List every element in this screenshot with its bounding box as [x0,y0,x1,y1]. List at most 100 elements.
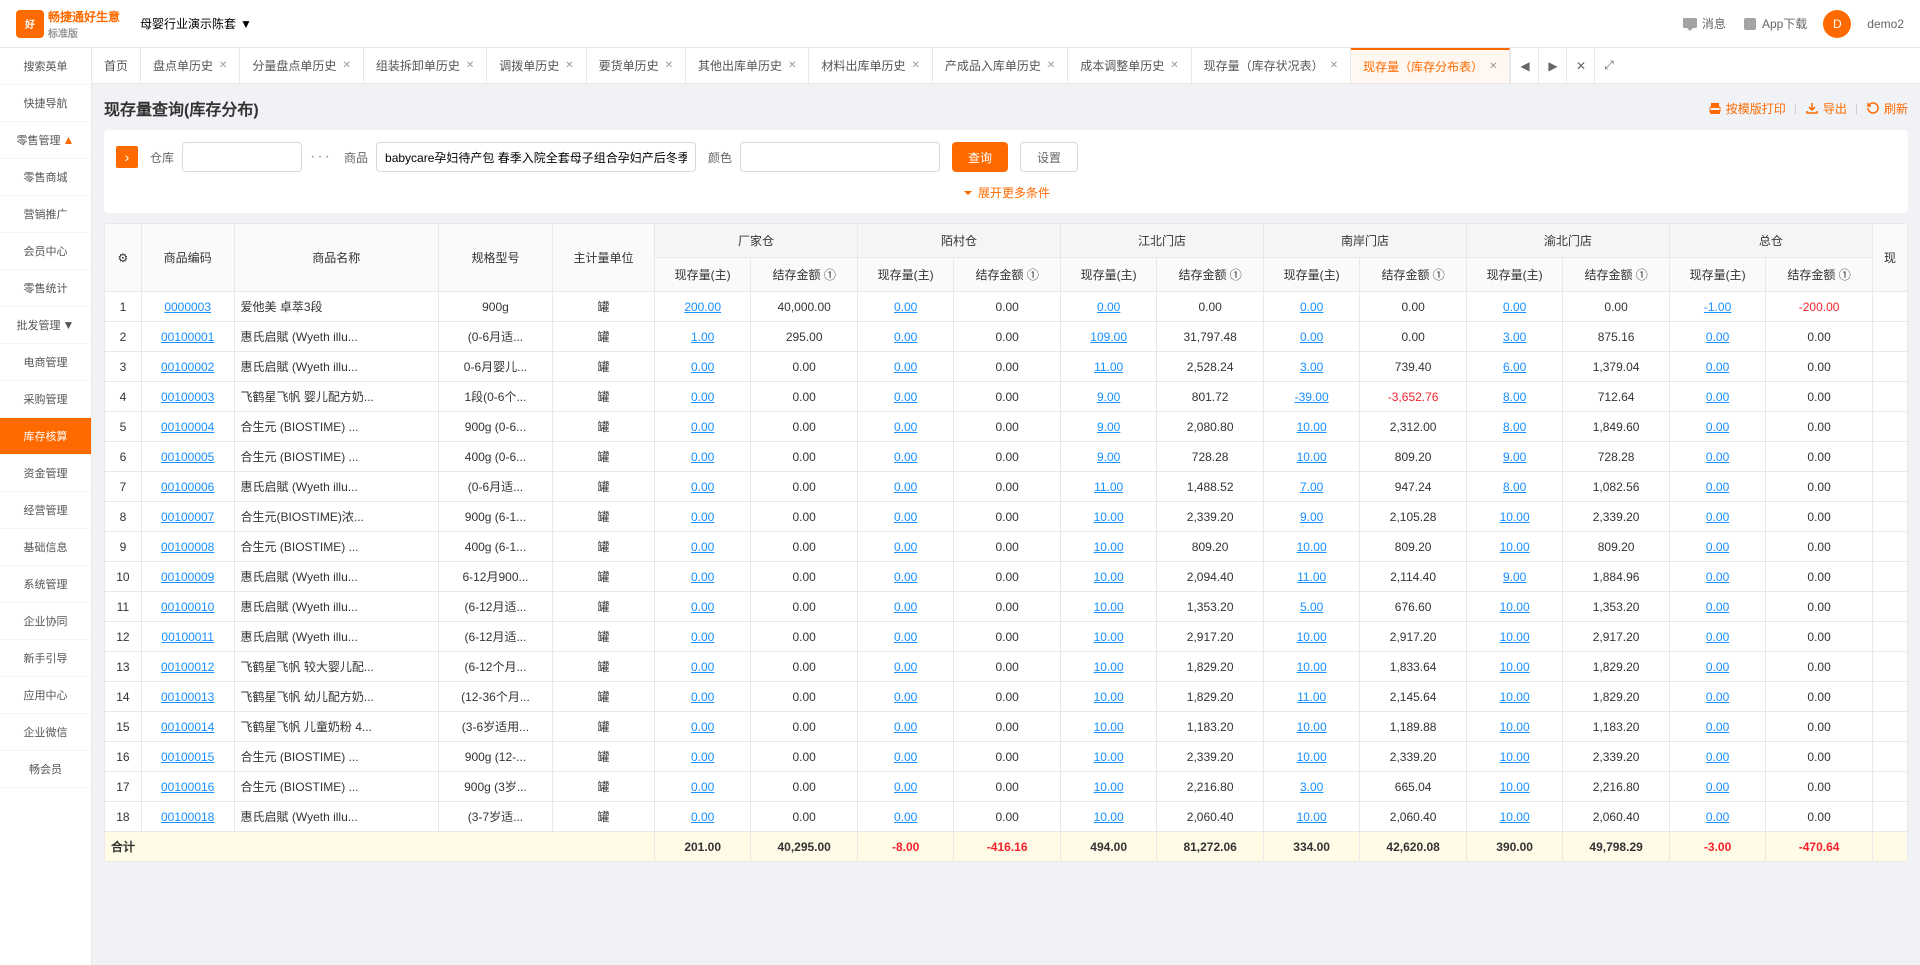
row-na-qty: 11.00 [1263,682,1359,712]
expand-conditions-btn[interactable]: 展开更多条件 [962,184,1050,201]
row-unit: 罐 [553,802,655,832]
refresh-btn[interactable]: 刷新 [1866,100,1908,117]
sidebar-item-search[interactable]: 搜索英单 [0,48,91,85]
warehouse-input[interactable] [182,142,302,172]
row-na-qty: 10.00 [1263,622,1359,652]
row-no: 5 [105,412,142,442]
tab-close-other-out[interactable]: ✕ [788,60,796,71]
row-jb-qty: 9.00 [1060,442,1156,472]
tab-close-product-in[interactable]: ✕ [1047,60,1055,71]
row-m-qty: 0.00 [857,742,953,772]
row-f-qty: 0.00 [655,502,751,532]
query-button[interactable]: 查询 [952,142,1008,172]
row-t-qty: 0.00 [1669,712,1765,742]
col-setting[interactable]: ⚙ [105,224,142,292]
sidebar-item-retail-store[interactable]: 零售商城 [0,159,91,196]
col-code-header: 商品编码 [141,224,234,292]
sidebar-item-member[interactable]: 会员中心 [0,233,91,270]
sidebar-item-system[interactable]: 系统管理 [0,566,91,603]
table-row: 12 00100011 惠氏启賦 (Wyeth illu... (6-12月适.… [105,622,1908,652]
sidebar-item-basic[interactable]: 基础信息 [0,529,91,566]
search-expand-arrow[interactable]: › [116,146,138,168]
tab-close-cost-adjust[interactable]: ✕ [1170,60,1178,71]
tab-close-partial[interactable]: ✕ [342,60,350,71]
sidebar-item-wholesale[interactable]: 批发管理 ▼ [0,307,91,344]
tab-home[interactable]: 首页 [92,48,141,84]
company-dropdown[interactable]: 母婴行业演示陈套 ▼ [140,15,252,32]
row-no: 15 [105,712,142,742]
row-code: 00100001 [141,322,234,352]
sidebar-item-marketing[interactable]: 营销推广 [0,196,91,233]
row-t-amt: 0.00 [1766,682,1873,712]
summary-t-qty: -3.00 [1669,832,1765,862]
tab-material-out[interactable]: 材料出库单历史 ✕ [809,48,932,84]
row-m-amt: 0.00 [954,562,1061,592]
table-row: 7 00100006 惠氏启賦 (Wyeth illu... (0-6月适...… [105,472,1908,502]
row-na-amt: 2,060.40 [1360,802,1467,832]
sidebar-item-retail-stats[interactable]: 零售统计 [0,270,91,307]
table-row: 11 00100010 惠氏启賦 (Wyeth illu... (6-12月适.… [105,592,1908,622]
row-code: 00100008 [141,532,234,562]
sidebar-item-retail-mgmt[interactable]: 零售管理 ▲ [0,122,91,159]
settings-button[interactable]: 设置 [1020,142,1078,172]
tab-product-in[interactable]: 产成品入库单历史 ✕ [933,48,1068,84]
row-t-amt: 0.00 [1766,382,1873,412]
tab-nav-prev[interactable]: ◀ [1510,48,1538,84]
tab-nav-next[interactable]: ▶ [1538,48,1566,84]
row-t-qty: 0.00 [1669,622,1765,652]
row-yb-qty: 10.00 [1466,532,1562,562]
tab-cost-adjust[interactable]: 成本调整单历史 ✕ [1068,48,1191,84]
messages-btn[interactable]: 消息 [1682,15,1726,32]
warehouse-dots[interactable]: ··· [310,148,332,166]
sidebar-item-guide[interactable]: 新手引导 [0,640,91,677]
tab-close-transfer[interactable]: ✕ [565,60,573,71]
sidebar-item-operations[interactable]: 经营管理 [0,492,91,529]
row-f-amt: 0.00 [751,502,858,532]
color-input[interactable] [740,142,940,172]
app-download-btn[interactable]: App下载 [1742,15,1807,32]
row-current [1872,652,1907,682]
avatar[interactable]: D [1823,10,1851,38]
sidebar-item-wechat[interactable]: 企业微信 [0,714,91,751]
goods-input[interactable] [376,142,696,172]
tab-transfer[interactable]: 调拨单历史 ✕ [487,48,586,84]
sidebar-item-finance[interactable]: 资金管理 [0,455,91,492]
tab-stock-status[interactable]: 现存量（库存状况表） ✕ [1192,48,1351,84]
tab-other-out[interactable]: 其他出库单历史 ✕ [686,48,809,84]
tab-stock-dist[interactable]: 现存量（库存分布表） ✕ [1351,48,1510,84]
tab-close[interactable]: ✕ [219,60,227,71]
row-m-amt: 0.00 [954,472,1061,502]
sidebar-item-vip[interactable]: 畅会员 [0,751,91,788]
sidebar-item-inventory[interactable]: 库存核算 [0,418,91,455]
row-yb-qty: 3.00 [1466,322,1562,352]
tab-close-material-out[interactable]: ✕ [911,60,919,71]
row-no: 18 [105,802,142,832]
sidebar-item-nav[interactable]: 快捷导航 [0,85,91,122]
row-current [1872,292,1907,322]
tab-close-assembly[interactable]: ✕ [466,60,474,71]
row-na-qty: 0.00 [1263,292,1359,322]
row-unit: 罐 [553,682,655,712]
row-na-qty: 3.00 [1263,772,1359,802]
sidebar-item-purchase[interactable]: 采购管理 [0,381,91,418]
row-spec: 900g (12-... [438,742,552,772]
username-initial: D [1833,17,1842,31]
tab-partial-check[interactable]: 分量盘点单历史 ✕ [240,48,363,84]
row-jb-qty: 10.00 [1060,772,1156,802]
sidebar-item-enterprise[interactable]: 企业协同 [0,603,91,640]
tab-assembly[interactable]: 组装拆卸单历史 ✕ [364,48,487,84]
table-row: 6 00100005 合生元 (BIOSTIME) ... 400g (0-6.… [105,442,1908,472]
tab-order[interactable]: 要货单历史 ✕ [587,48,686,84]
tab-close-stock-status[interactable]: ✕ [1330,60,1338,71]
tab-close-stock-dist[interactable]: ✕ [1489,61,1497,72]
print-btn[interactable]: 按模版打印 [1708,100,1786,117]
tab-inventory-check[interactable]: 盘点单历史 ✕ [141,48,240,84]
sidebar-item-apps[interactable]: 应用中心 [0,677,91,714]
tab-nav-expand[interactable]: ⤢ [1594,48,1622,84]
col-na-qty: 现存量(主) [1263,258,1359,292]
export-btn[interactable]: 导出 [1805,100,1847,117]
tab-close-order[interactable]: ✕ [665,60,673,71]
sidebar-item-ecommerce[interactable]: 电商管理 [0,344,91,381]
row-na-amt: -3,652.76 [1360,382,1467,412]
tab-nav-close-all[interactable]: ✕ [1566,48,1594,84]
